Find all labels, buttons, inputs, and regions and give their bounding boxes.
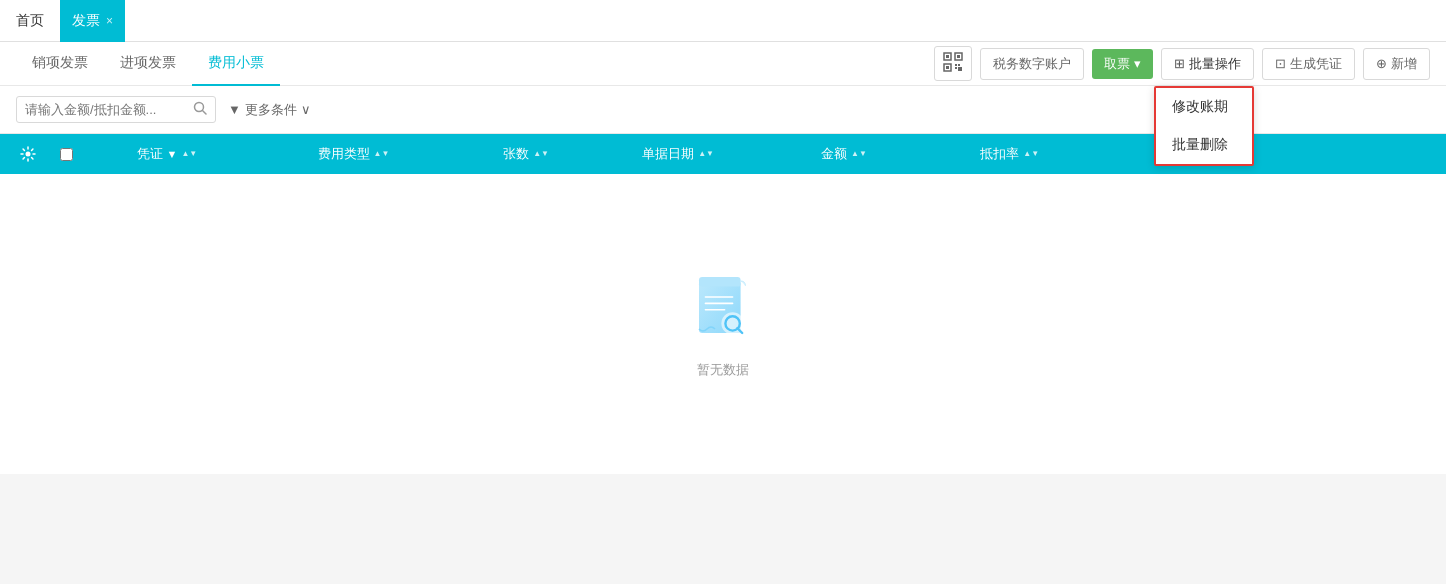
- expense-type-sort[interactable]: ▲▼: [374, 150, 390, 158]
- svg-rect-3: [957, 55, 960, 58]
- generate-voucher-label: 生成凭证: [1290, 55, 1342, 73]
- svg-rect-9: [958, 67, 962, 71]
- batch-op-label: 批量操作: [1189, 55, 1241, 73]
- th-date[interactable]: 单据日期 ▲▼: [595, 145, 761, 163]
- svg-rect-8: [955, 67, 957, 69]
- th-expense-type[interactable]: 费用类型 ▲▼: [250, 145, 457, 163]
- tab-input[interactable]: 进项发票: [104, 42, 192, 86]
- voucher-filter-icon: ▼: [167, 148, 178, 160]
- qr-icon: [943, 52, 963, 72]
- deduct-rate-sort[interactable]: ▲▼: [1023, 150, 1039, 158]
- take-ticket-label: 取票: [1104, 55, 1130, 73]
- svg-rect-5: [946, 66, 949, 69]
- th-count[interactable]: 张数 ▲▼: [457, 145, 595, 163]
- add-new-button[interactable]: ⊕ 新增: [1363, 48, 1430, 80]
- add-icon: ⊕: [1376, 56, 1387, 71]
- date-sort[interactable]: ▲▼: [698, 150, 714, 158]
- empty-illustration: [683, 269, 763, 349]
- svg-line-11: [203, 111, 207, 115]
- top-nav: 首页 发票 ×: [0, 0, 1446, 42]
- voucher-sort[interactable]: ▲▼: [181, 150, 197, 158]
- invoice-tab[interactable]: 发票 ×: [60, 0, 125, 42]
- search-icon[interactable]: [193, 101, 207, 118]
- take-ticket-button[interactable]: 取票 ▾: [1092, 49, 1153, 79]
- amount-sort[interactable]: ▲▼: [851, 150, 867, 158]
- batch-op-button[interactable]: ⊞ 批量操作: [1161, 48, 1254, 80]
- th-amount[interactable]: 金额 ▲▼: [761, 145, 927, 163]
- generate-voucher-button[interactable]: ⊡ 生成凭证: [1262, 48, 1355, 80]
- count-sort[interactable]: ▲▼: [533, 150, 549, 158]
- sub-tabs-bar: 销项发票 进项发票 费用小票 税务数字账户: [0, 42, 1446, 86]
- filter-icon: ▼: [228, 102, 241, 117]
- tab-sales[interactable]: 销项发票: [16, 42, 104, 86]
- table-body: 暂无数据: [0, 174, 1446, 474]
- invoice-tab-close[interactable]: ×: [106, 14, 113, 28]
- empty-state: 暂无数据: [683, 209, 763, 439]
- dropdown-item-batch-delete[interactable]: 批量删除: [1156, 126, 1252, 164]
- qr-button[interactable]: [934, 46, 972, 81]
- batch-dropdown-menu: 修改账期 批量删除: [1154, 86, 1254, 166]
- svg-rect-1: [946, 55, 949, 58]
- generate-icon: ⊡: [1275, 56, 1286, 71]
- batch-op-wrapper: ⊞ 批量操作 修改账期 批量删除: [1161, 48, 1254, 80]
- th-voucher[interactable]: 凭证 ▼ ▲▼: [84, 145, 250, 163]
- tax-digital-button[interactable]: 税务数字账户: [980, 48, 1084, 80]
- svg-point-12: [26, 152, 31, 157]
- batch-op-icon: ⊞: [1174, 56, 1185, 71]
- empty-text: 暂无数据: [697, 361, 749, 379]
- more-conditions-arrow: ∨: [301, 102, 311, 117]
- settings-icon: [20, 146, 36, 162]
- invoice-tab-label: 发票: [72, 12, 100, 30]
- more-conditions-btn[interactable]: ▼ 更多条件 ∨: [228, 101, 311, 119]
- add-new-label: 新增: [1391, 55, 1417, 73]
- th-settings[interactable]: [8, 146, 48, 162]
- dropdown-item-modify-period[interactable]: 修改账期: [1156, 88, 1252, 126]
- take-ticket-arrow: ▾: [1134, 56, 1141, 71]
- tax-digital-label: 税务数字账户: [993, 56, 1071, 71]
- select-all-checkbox[interactable]: [60, 148, 73, 161]
- svg-rect-7: [958, 64, 960, 66]
- toolbar-right: 税务数字账户 取票 ▾ ⊞ 批量操作 修改账期 批量删除: [934, 46, 1430, 81]
- svg-rect-14: [699, 277, 741, 287]
- home-link[interactable]: 首页: [16, 12, 60, 30]
- th-deduct-rate[interactable]: 抵扣率 ▲▼: [927, 145, 1093, 163]
- more-conditions-label: 更多条件: [245, 101, 297, 119]
- search-wrap[interactable]: [16, 96, 216, 123]
- th-checkbox[interactable]: [48, 148, 84, 161]
- tab-expense[interactable]: 费用小票: [192, 42, 280, 86]
- svg-rect-6: [955, 64, 957, 66]
- search-input[interactable]: [25, 102, 193, 117]
